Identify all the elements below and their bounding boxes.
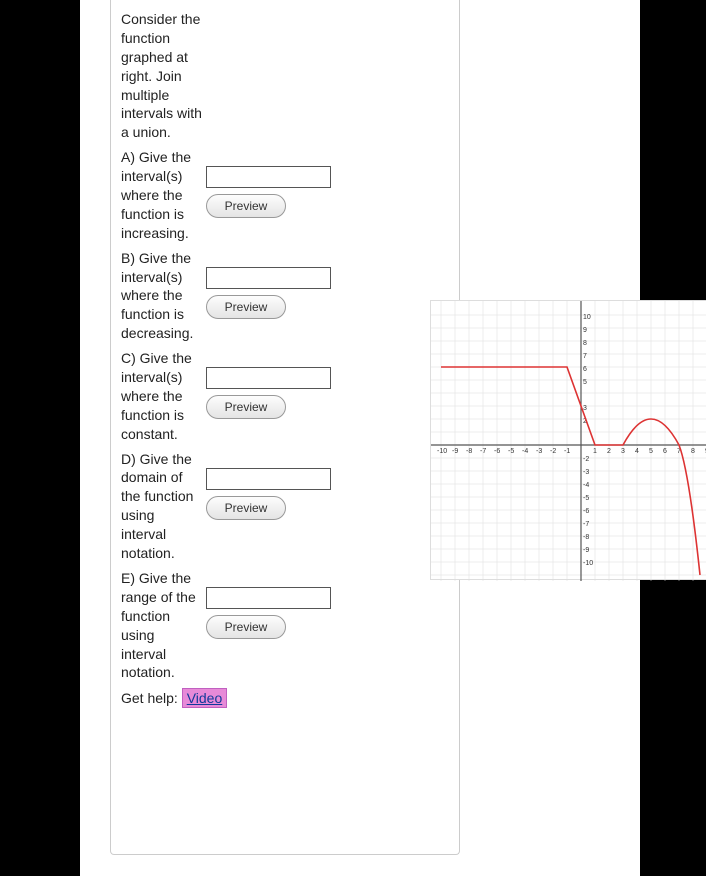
svg-text:-10: -10	[437, 448, 447, 455]
question-a-label: A) Give the interval(s) where the functi…	[121, 148, 206, 242]
svg-text:2: 2	[607, 448, 611, 455]
get-help-row: Get help: Video	[121, 690, 449, 706]
question-c-inputs: Preview	[206, 349, 331, 419]
svg-text:-6: -6	[583, 508, 589, 515]
question-b-label: B) Give the interval(s) where the functi…	[121, 249, 206, 343]
page-container: Consider the function graphed at right. …	[80, 0, 640, 876]
svg-text:-6: -6	[494, 448, 500, 455]
answer-b-input[interactable]	[206, 267, 331, 289]
get-help-label: Get help:	[121, 690, 182, 706]
svg-text:-4: -4	[522, 448, 528, 455]
question-e-label: E) Give the range of the function using …	[121, 569, 206, 682]
question-d-inputs: Preview	[206, 450, 331, 520]
answer-d-input[interactable]	[206, 468, 331, 490]
svg-text:6: 6	[663, 448, 667, 455]
function-graph: -10-9-8 -7-6-5 -4-3-2 -1 123 456 789 10 …	[430, 300, 706, 580]
svg-text:-3: -3	[583, 469, 589, 476]
svg-text:5: 5	[649, 448, 653, 455]
question-b-inputs: Preview	[206, 249, 331, 319]
svg-text:-3: -3	[536, 448, 542, 455]
question-c-row: C) Give the interval(s) where the functi…	[121, 349, 449, 443]
svg-text:-8: -8	[466, 448, 472, 455]
preview-b-button[interactable]: Preview	[206, 295, 286, 319]
svg-text:1: 1	[593, 448, 597, 455]
question-c-label: C) Give the interval(s) where the functi…	[121, 349, 206, 443]
problem-box: Consider the function graphed at right. …	[110, 0, 460, 855]
preview-d-button[interactable]: Preview	[206, 496, 286, 520]
svg-text:8: 8	[583, 340, 587, 347]
answer-a-input[interactable]	[206, 166, 331, 188]
svg-text:7: 7	[583, 353, 587, 360]
answer-e-input[interactable]	[206, 587, 331, 609]
svg-text:-8: -8	[583, 534, 589, 541]
preview-c-button[interactable]: Preview	[206, 395, 286, 419]
instructions-text: Consider the function graphed at right. …	[121, 10, 206, 142]
question-e-row: E) Give the range of the function using …	[121, 569, 449, 682]
svg-text:-9: -9	[583, 547, 589, 554]
svg-text:8: 8	[691, 448, 695, 455]
svg-text:-4: -4	[583, 482, 589, 489]
question-d-row: D) Give the domain of the function using…	[121, 450, 449, 563]
svg-text:-7: -7	[583, 521, 589, 528]
svg-text:9: 9	[583, 327, 587, 334]
graph-svg: -10-9-8 -7-6-5 -4-3-2 -1 123 456 789 10 …	[431, 301, 706, 581]
svg-text:4: 4	[635, 448, 639, 455]
video-link[interactable]: Video	[182, 688, 228, 708]
svg-text:-9: -9	[452, 448, 458, 455]
svg-text:-2: -2	[583, 456, 589, 463]
question-a-inputs: Preview	[206, 148, 331, 218]
svg-text:-5: -5	[508, 448, 514, 455]
svg-text:5: 5	[583, 379, 587, 386]
preview-e-button[interactable]: Preview	[206, 615, 286, 639]
svg-text:-1: -1	[564, 448, 570, 455]
question-b-row: B) Give the interval(s) where the functi…	[121, 249, 449, 343]
question-a-row: A) Give the interval(s) where the functi…	[121, 148, 449, 242]
preview-a-button[interactable]: Preview	[206, 194, 286, 218]
svg-text:-2: -2	[550, 448, 556, 455]
answer-c-input[interactable]	[206, 367, 331, 389]
question-d-label: D) Give the domain of the function using…	[121, 450, 206, 563]
question-e-inputs: Preview	[206, 569, 331, 639]
svg-text:-7: -7	[480, 448, 486, 455]
svg-text:3: 3	[621, 448, 625, 455]
svg-text:-5: -5	[583, 495, 589, 502]
svg-text:-10: -10	[583, 560, 593, 567]
svg-text:6: 6	[583, 366, 587, 373]
svg-text:10: 10	[583, 314, 591, 321]
